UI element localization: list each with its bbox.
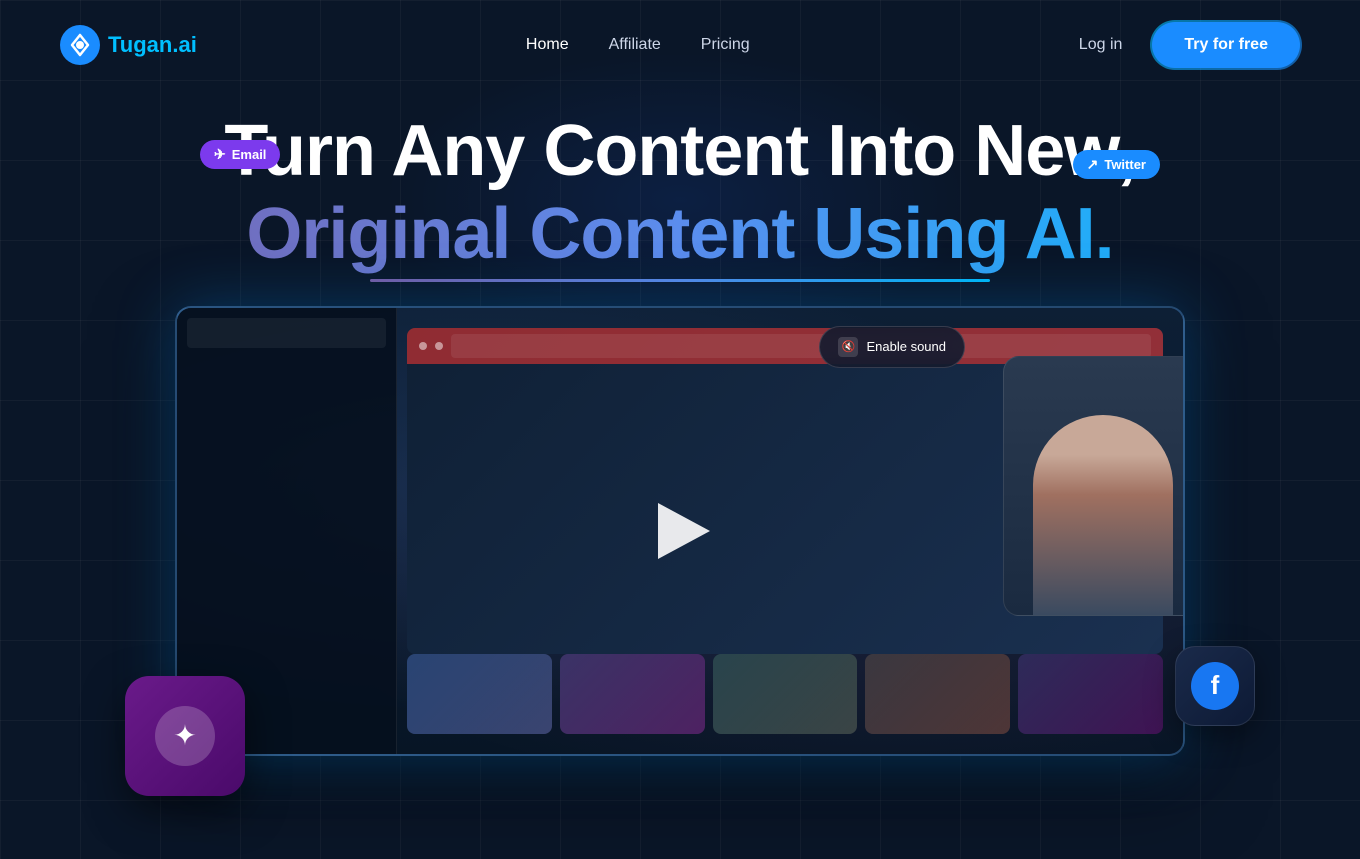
play-button[interactable] xyxy=(640,491,720,571)
video-container: 🔇 Enable sound f ✦ xyxy=(175,306,1185,756)
thumbnail-5 xyxy=(1018,654,1163,734)
fake-title-bar xyxy=(451,334,1151,358)
login-button[interactable]: Log in xyxy=(1079,36,1123,54)
thumbnail-1 xyxy=(407,654,552,734)
nav-right: Log in Try for free xyxy=(1079,22,1300,68)
twitter-badge: ↗ Twitter xyxy=(1073,150,1160,179)
sound-mute-icon: 🔇 xyxy=(838,337,858,357)
person-silhouette xyxy=(1033,415,1173,615)
enable-sound-button[interactable]: 🔇 Enable sound xyxy=(819,326,965,368)
app-icon: ✦ xyxy=(155,706,215,766)
logo-text: Tugan.ai xyxy=(108,32,197,58)
cursor-icon: ✈ xyxy=(214,146,226,163)
facebook-icon: f xyxy=(1191,662,1239,710)
bottom-left-app-card: ✦ xyxy=(125,676,245,796)
thumbnail-4 xyxy=(865,654,1010,734)
nav-link-pricing[interactable]: Pricing xyxy=(701,36,750,53)
try-free-button[interactable]: Try for free xyxy=(1152,22,1300,68)
video-frame[interactable] xyxy=(175,306,1185,756)
thumbnail-2 xyxy=(560,654,705,734)
hero-section: ✈ Email ↗ Twitter Turn Any Content Into … xyxy=(0,90,1360,756)
nav-links: Home Affiliate Pricing xyxy=(526,36,750,54)
nav-link-home[interactable]: Home xyxy=(526,36,569,53)
hero-title: Turn Any Content Into New, Original Cont… xyxy=(0,110,1360,276)
person-frame xyxy=(1003,356,1185,616)
dot1 xyxy=(419,342,427,350)
logo-icon xyxy=(60,25,100,65)
hero-title-line2: Original Content Using AI. xyxy=(0,193,1360,276)
nav-item-home[interactable]: Home xyxy=(526,36,569,54)
nav-item-pricing[interactable]: Pricing xyxy=(701,36,750,54)
dot2 xyxy=(435,342,443,350)
nav-item-affiliate[interactable]: Affiliate xyxy=(609,36,661,54)
play-triangle-icon xyxy=(658,503,710,559)
navbar: Tugan.ai Home Affiliate Pricing Log in T… xyxy=(0,0,1360,90)
email-badge: ✈ Email xyxy=(200,140,280,169)
facebook-card: f xyxy=(1175,646,1255,726)
cursor-icon-twitter: ↗ xyxy=(1087,156,1099,173)
thumbnail-3 xyxy=(713,654,858,734)
video-thumbnails xyxy=(407,654,1163,734)
nav-link-affiliate[interactable]: Affiliate xyxy=(609,36,661,53)
logo[interactable]: Tugan.ai xyxy=(60,25,197,65)
